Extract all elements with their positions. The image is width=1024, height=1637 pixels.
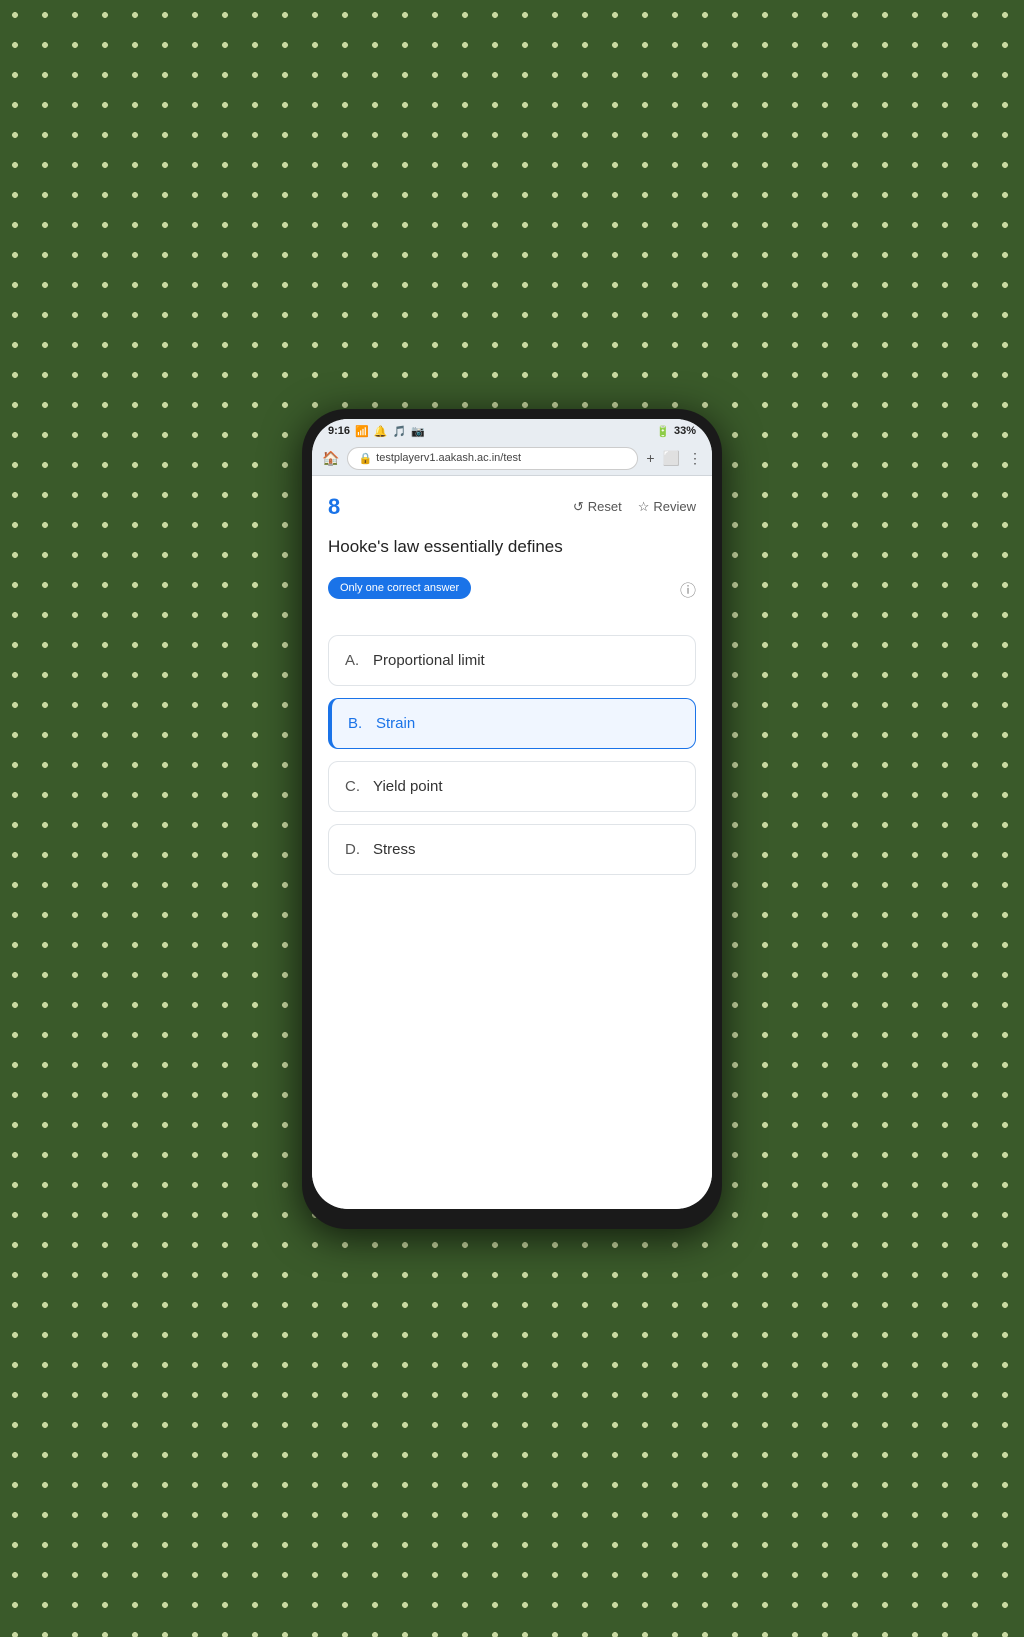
home-button[interactable]: 🏠 [322, 450, 339, 467]
question-header: 8 ↺ Reset ☆ Review [328, 494, 696, 520]
option-b[interactable]: B. Strain [328, 698, 696, 749]
option-c-content: C. Yield point [345, 778, 679, 795]
option-d-label: D. [345, 841, 365, 858]
tabs-button[interactable]: ⬜ [663, 450, 680, 467]
reset-label: Reset [588, 499, 622, 514]
status-time: 9:16 [328, 425, 350, 437]
question-text: Hooke's law essentially defines [328, 534, 696, 560]
question-number: 8 [328, 494, 340, 520]
option-c[interactable]: C. Yield point [328, 761, 696, 812]
browser-actions: + ⬜ ⋮ [646, 450, 702, 467]
reset-icon: ↺ [573, 499, 584, 515]
battery-icon: 🔋 [656, 425, 670, 438]
phone-screen: 9:16 📶 🔔 🎵 📷 🔋 33% 🏠 🔒 testplayerv1.aaka… [312, 419, 712, 1209]
review-label: Review [653, 499, 696, 514]
media-icon: 🎵 [392, 425, 406, 438]
option-a-label: A. [345, 652, 365, 669]
browser-bar: 🏠 🔒 testplayerv1.aakash.ac.in/test + ⬜ ⋮ [312, 442, 712, 476]
option-b-text: Strain [376, 715, 415, 732]
option-c-text: Yield point [373, 778, 443, 795]
option-d-text: Stress [373, 841, 416, 858]
option-b-label: B. [348, 715, 368, 732]
reset-button[interactable]: ↺ Reset [573, 499, 622, 515]
review-button[interactable]: ☆ Review [638, 499, 696, 515]
status-right: 🔋 33% [656, 425, 696, 438]
star-icon: ☆ [638, 499, 650, 515]
url-text: testplayerv1.aakash.ac.in/test [376, 452, 521, 464]
status-left: 9:16 📶 🔔 🎵 📷 [328, 425, 425, 438]
battery-percent: 33% [674, 425, 696, 437]
question-actions: ↺ Reset ☆ Review [573, 499, 696, 515]
status-bar: 9:16 📶 🔔 🎵 📷 🔋 33% [312, 419, 712, 442]
lock-icon: 🔒 [358, 452, 372, 465]
menu-button[interactable]: ⋮ [688, 450, 702, 467]
notification-icon: 🔔 [374, 425, 388, 438]
phone-device: 9:16 📶 🔔 🎵 📷 🔋 33% 🏠 🔒 testplayerv1.aaka… [302, 409, 722, 1229]
option-a-text: Proportional limit [373, 652, 485, 669]
options-container: A. Proportional limit B. Strain C. Yield… [328, 635, 696, 875]
option-c-label: C. [345, 778, 365, 795]
option-d-content: D. Stress [345, 841, 679, 858]
camera-icon: 📷 [411, 425, 425, 438]
url-bar[interactable]: 🔒 testplayerv1.aakash.ac.in/test [347, 447, 638, 470]
option-a[interactable]: A. Proportional limit [328, 635, 696, 686]
add-tab-button[interactable]: + [646, 450, 654, 466]
signal-icon: 📶 [355, 425, 369, 438]
option-b-content: B. Strain [348, 715, 679, 732]
option-d[interactable]: D. Stress [328, 824, 696, 875]
answer-type-badge: Only one correct answer [328, 577, 471, 599]
option-a-content: A. Proportional limit [345, 652, 679, 669]
question-content: 8 ↺ Reset ☆ Review Hooke's law essential… [312, 476, 712, 1209]
info-icon[interactable]: ⓘ [680, 577, 696, 601]
